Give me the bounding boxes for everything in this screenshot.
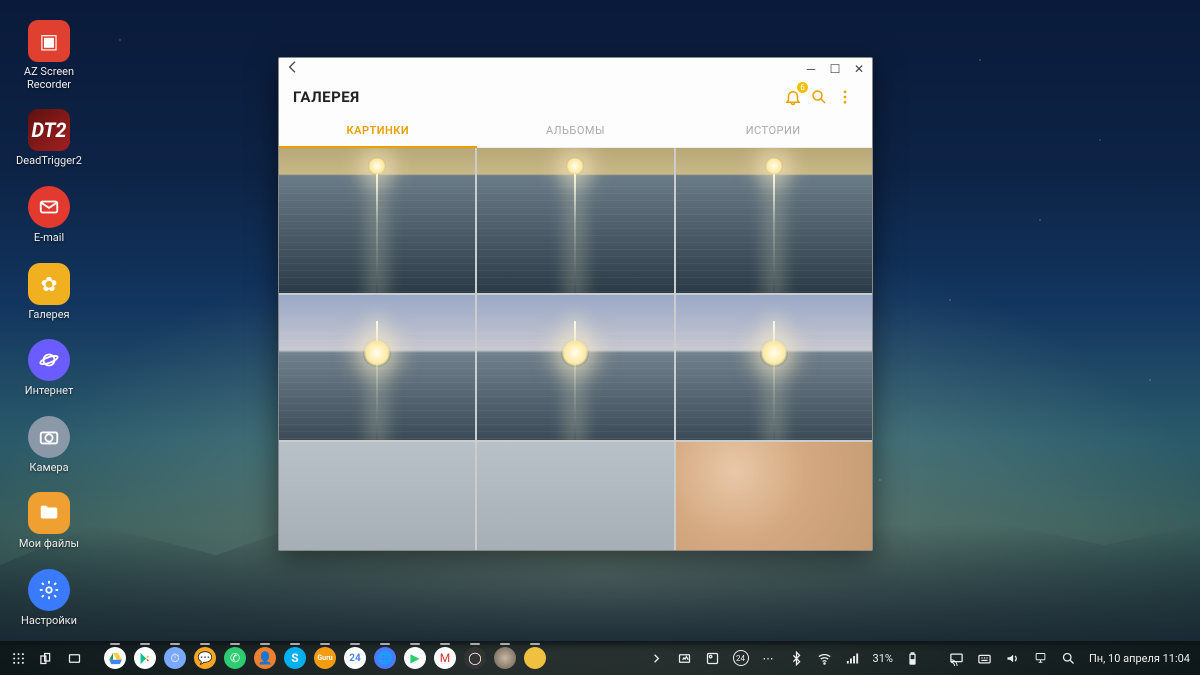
desktop-icon-label: DeadTrigger2 [16, 155, 82, 168]
taskbar-app-gmail[interactable]: M [432, 646, 458, 670]
photo-thumbnail[interactable] [279, 442, 475, 550]
desktop-icon-label: E-mail [34, 232, 64, 245]
desktop-icon-az-screen-recorder[interactable]: ▣ AZ Screen Recorder [12, 20, 86, 91]
desktop-icon-my-files[interactable]: Мои файлы [12, 492, 86, 551]
wifi-icon[interactable] [813, 646, 837, 670]
tab-label: КАРТИНКИ [347, 124, 410, 137]
tray-picture-icon[interactable] [701, 646, 725, 670]
tab-label: АЛЬБОМЫ [546, 124, 605, 137]
taskbar-app-gallery[interactable] [492, 646, 518, 670]
taskbar: ⏱ 💬 ✆ 👤 S Guru 24 🌐 ▶ M ◯ 24 ⋯ 31% [0, 641, 1200, 675]
task-view-button[interactable] [62, 646, 86, 670]
planet-icon [28, 339, 70, 381]
taskbar-app-playmusic[interactable]: ▶ [402, 646, 428, 670]
battery-icon[interactable] [901, 646, 925, 670]
gallery-window: ─ ☐ ✕ ГАЛЕРЕЯ 6 КАРТИНКИ АЛЬБОМЫ ИСТОРИИ [278, 57, 873, 551]
tray-settings-icon[interactable] [1029, 646, 1053, 670]
taskbar-app-clock[interactable]: ⏱ [162, 646, 188, 670]
battery-percent: 31% [869, 652, 897, 665]
tray-ime-icon[interactable] [973, 646, 997, 670]
desktop-icons: ▣ AZ Screen Recorder DT2 DeadTrigger2 E-… [12, 20, 86, 628]
desktop-icon-gallery[interactable]: ✿ Галерея [12, 263, 86, 322]
photo-grid[interactable] [279, 148, 872, 550]
desktop-icon-label: AZ Screen Recorder [24, 66, 74, 91]
taskbar-app-misc[interactable] [522, 646, 548, 670]
tray-calendar-icon[interactable]: 24 [729, 646, 753, 670]
tray-cast-icon[interactable] [945, 646, 969, 670]
tray-screenshot-icon[interactable] [673, 646, 697, 670]
game-icon: DT2 [28, 109, 70, 151]
taskbar-app-browser[interactable]: 🌐 [372, 646, 398, 670]
apps-button[interactable] [6, 646, 30, 670]
window-header: ГАЛЕРЕЯ 6 [279, 80, 872, 116]
tabs: КАРТИНКИ АЛЬБОМЫ ИСТОРИИ [279, 116, 872, 148]
tray-expand-button[interactable] [645, 646, 669, 670]
folder-icon [28, 492, 70, 534]
photo-thumbnail[interactable] [279, 295, 475, 440]
tab-albums[interactable]: АЛЬБОМЫ [477, 116, 675, 147]
camera-record-icon: ▣ [28, 20, 70, 62]
taskbar-app-contacts[interactable]: 👤 [252, 646, 278, 670]
desktop-icon-label: Галерея [28, 309, 69, 322]
desktop-icon-label: Мои файлы [19, 538, 79, 551]
taskbar-app-messages[interactable]: 💬 [192, 646, 218, 670]
desktop-icon-internet[interactable]: Интернет [12, 339, 86, 398]
photo-thumbnail[interactable] [676, 148, 872, 293]
more-button[interactable] [832, 84, 858, 110]
search-button[interactable] [806, 84, 832, 110]
photo-thumbnail[interactable] [477, 295, 673, 440]
back-button[interactable] [285, 59, 301, 79]
camera-icon [28, 416, 70, 458]
tab-stories[interactable]: ИСТОРИИ [674, 116, 872, 147]
desktop-icon-label: Интернет [25, 385, 73, 398]
minimize-button[interactable]: ─ [804, 62, 818, 76]
bluetooth-icon[interactable] [785, 646, 809, 670]
photo-thumbnail[interactable] [279, 148, 475, 293]
desktop-icon-camera[interactable]: Камера [12, 416, 86, 475]
signal-icon[interactable] [841, 646, 865, 670]
tab-pictures[interactable]: КАРТИНКИ [279, 116, 477, 147]
flower-icon: ✿ [28, 263, 70, 305]
envelope-icon [28, 186, 70, 228]
photo-thumbnail[interactable] [676, 442, 872, 550]
desktop-icon-settings[interactable]: Настройки [12, 569, 86, 628]
taskbar-app-drive[interactable] [102, 646, 128, 670]
tray-volume-icon[interactable] [1001, 646, 1025, 670]
taskbar-app-play[interactable] [132, 646, 158, 670]
window-title: ГАЛЕРЕЯ [293, 88, 360, 106]
maximize-button[interactable]: ☐ [828, 62, 842, 76]
taskbar-app-skype[interactable]: S [282, 646, 308, 670]
tray-more-icon[interactable]: ⋯ [757, 646, 781, 670]
close-button[interactable]: ✕ [852, 62, 866, 76]
taskbar-app-oculus[interactable]: ◯ [462, 646, 488, 670]
taskbar-app-seatguru[interactable]: Guru [312, 646, 338, 670]
taskbar-app-calendar[interactable]: 24 [342, 646, 368, 670]
notifications-button[interactable]: 6 [780, 84, 806, 110]
desktop-icon-email[interactable]: E-mail [12, 186, 86, 245]
photo-thumbnail[interactable] [676, 295, 872, 440]
tab-label: ИСТОРИИ [746, 124, 801, 137]
taskbar-app-phone[interactable]: ✆ [222, 646, 248, 670]
tray-search-icon[interactable] [1057, 646, 1081, 670]
desktop-icon-deadtrigger2[interactable]: DT2 DeadTrigger2 [12, 109, 86, 168]
desktop-icon-label: Настройки [21, 615, 77, 628]
photo-thumbnail[interactable] [477, 442, 673, 550]
clock-text[interactable]: Пн, 10 апреля 11:04 [1085, 652, 1194, 665]
gear-icon [28, 569, 70, 611]
photo-thumbnail[interactable] [477, 148, 673, 293]
desktop-icon-label: Камера [29, 462, 68, 475]
window-titlebar[interactable]: ─ ☐ ✕ [279, 58, 872, 80]
recents-button[interactable] [34, 646, 58, 670]
